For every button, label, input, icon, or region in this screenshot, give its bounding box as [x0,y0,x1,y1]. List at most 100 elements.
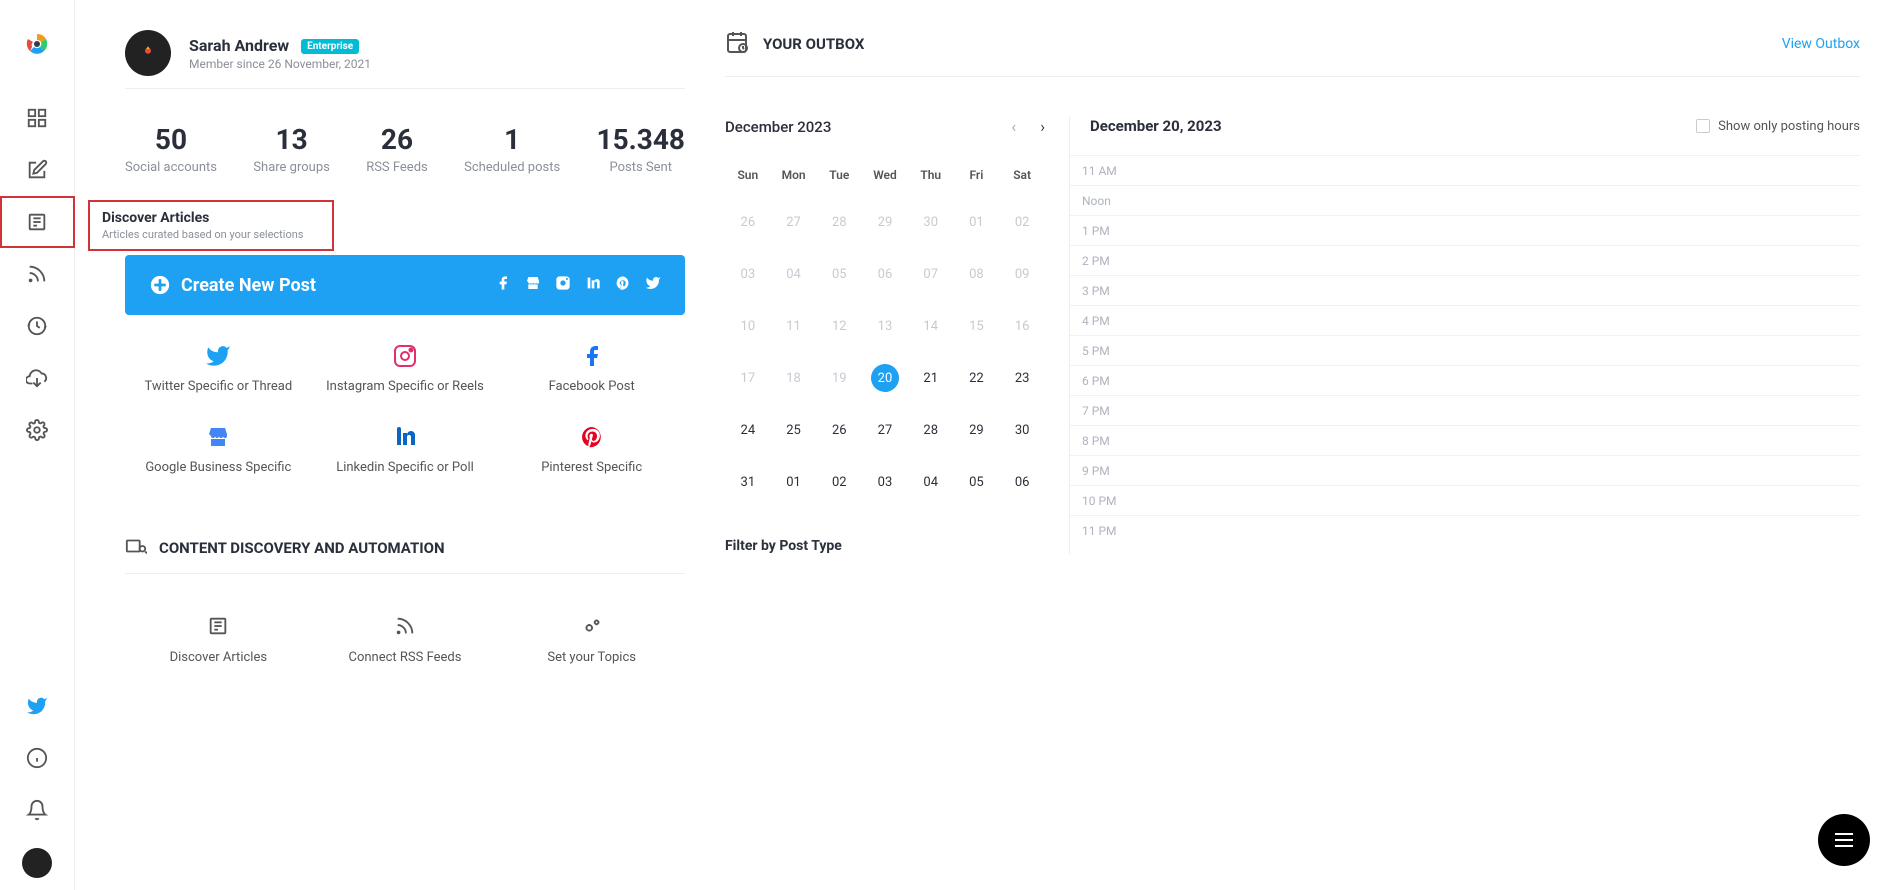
nav-download[interactable] [0,352,75,404]
post-instagram[interactable]: Instagram Specific or Reels [312,343,499,394]
instagram-icon[interactable] [555,275,571,295]
nav-twitter[interactable] [0,680,75,732]
hour-row[interactable]: 3 PM [1070,275,1860,305]
calendar-day[interactable]: 02 [816,456,862,508]
set-topics-button[interactable]: Set your Topics [498,614,685,665]
calendar-day[interactable]: 15 [954,300,1000,352]
post-facebook[interactable]: Facebook Post [498,343,685,394]
hour-row[interactable]: 6 PM [1070,365,1860,395]
linkedin-icon[interactable] [585,275,601,295]
calendar-day[interactable]: 18 [771,352,817,404]
post-linkedin[interactable]: Linkedin Specific or Poll [312,424,499,475]
calendar-day[interactable]: 06 [862,248,908,300]
hour-row[interactable]: Noon [1070,185,1860,215]
fab-menu-button[interactable] [1818,814,1870,866]
pinterest-icon[interactable] [615,275,631,295]
calendar-day[interactable]: 07 [908,248,954,300]
stat-item: 26RSS Feeds [366,123,428,175]
next-month-button[interactable]: › [1040,117,1045,136]
nav-articles[interactable] [0,196,75,248]
calendar-day[interactable]: 01 [771,456,817,508]
calendar-day[interactable]: 28 [908,404,954,456]
post-twitter[interactable]: Twitter Specific or Thread [125,343,312,394]
calendar-day[interactable]: 26 [725,196,771,248]
stats-row: 50Social accounts13Share groups26RSS Fee… [125,123,685,195]
hour-row[interactable]: 1 PM [1070,215,1860,245]
calendar-day[interactable]: 11 [771,300,817,352]
calendar-day[interactable]: 12 [816,300,862,352]
calendar-day[interactable]: 09 [999,248,1045,300]
nav-compose[interactable] [0,144,75,196]
hour-label: 11 AM [1070,164,1130,178]
hour-row[interactable]: 5 PM [1070,335,1860,365]
calendar-day[interactable]: 04 [908,456,954,508]
hour-row[interactable]: 2 PM [1070,245,1860,275]
discovery-label: Discover Articles [125,650,312,665]
post-label: Facebook Post [498,379,685,394]
calendar-day[interactable]: 27 [862,404,908,456]
calendar-day[interactable]: 26 [816,404,862,456]
nav-info[interactable] [0,732,75,784]
google-business-icon[interactable] [525,275,541,295]
calendar-day[interactable]: 29 [954,404,1000,456]
calendar-day[interactable]: 24 [725,404,771,456]
calendar-day[interactable]: 27 [771,196,817,248]
hour-row[interactable]: 11 AM [1070,155,1860,185]
calendar-day[interactable]: 29 [862,196,908,248]
hour-label: Noon [1070,194,1130,208]
hour-row[interactable]: 4 PM [1070,305,1860,335]
calendar-day[interactable]: 23 [999,352,1045,404]
twitter-icon[interactable] [645,275,661,295]
nav-notifications[interactable] [0,784,75,836]
hour-row[interactable]: 10 PM [1070,485,1860,515]
show-posting-hours-toggle[interactable]: Show only posting hours [1696,119,1860,134]
calendar-day[interactable]: 03 [862,456,908,508]
stat-item: 15.348Posts Sent [597,123,685,175]
nav-rss[interactable] [0,248,75,300]
calendar-day[interactable]: 28 [816,196,862,248]
nav-settings[interactable] [0,404,75,456]
discover-articles-button[interactable]: Discover Articles [125,614,312,665]
facebook-icon[interactable] [495,275,511,295]
hour-row[interactable]: 7 PM [1070,395,1860,425]
stat-item: 1Scheduled posts [464,123,560,175]
calendar-day[interactable]: 13 [862,300,908,352]
calendar-day[interactable]: 19 [816,352,862,404]
calendar-day[interactable]: 20 [862,352,908,404]
calendar-day[interactable]: 08 [954,248,1000,300]
calendar-day[interactable]: 02 [999,196,1045,248]
calendar-day[interactable]: 04 [771,248,817,300]
stat-value: 13 [253,123,330,156]
hour-row[interactable]: 9 PM [1070,455,1860,485]
calendar-day[interactable]: 25 [771,404,817,456]
calendar-day[interactable]: 22 [954,352,1000,404]
calendar-day[interactable]: 17 [725,352,771,404]
calendar-day[interactable]: 14 [908,300,954,352]
nav-avatar[interactable] [22,848,52,878]
connect-rss-button[interactable]: Connect RSS Feeds [312,614,499,665]
calendar-day[interactable]: 03 [725,248,771,300]
hour-row[interactable]: 11 PM [1070,515,1860,545]
weekday-header: Sun [725,168,771,196]
post-google-business[interactable]: Google Business Specific [125,424,312,475]
calendar-day[interactable]: 21 [908,352,954,404]
post-pinterest[interactable]: Pinterest Specific [498,424,685,475]
calendar-day[interactable]: 31 [725,456,771,508]
calendar-day[interactable]: 06 [999,456,1045,508]
profile-row: Sarah Andrew Enterprise Member since 26 … [125,30,685,76]
calendar-day[interactable]: 30 [999,404,1045,456]
prev-month-button[interactable]: ‹ [1011,117,1016,136]
calendar-day[interactable]: 10 [725,300,771,352]
calendar-day[interactable]: 30 [908,196,954,248]
calendar-day[interactable]: 01 [954,196,1000,248]
view-outbox-link[interactable]: View Outbox [1782,36,1860,52]
nav-automation[interactable] [0,300,75,352]
post-label: Instagram Specific or Reels [312,379,499,394]
create-new-post-button[interactable]: Create New Post [149,274,316,296]
nav-dashboard[interactable] [0,92,75,144]
hour-row[interactable]: 8 PM [1070,425,1860,455]
calendar-day[interactable]: 05 [816,248,862,300]
weekday-header: Thu [908,168,954,196]
calendar-day[interactable]: 05 [954,456,1000,508]
calendar-day[interactable]: 16 [999,300,1045,352]
